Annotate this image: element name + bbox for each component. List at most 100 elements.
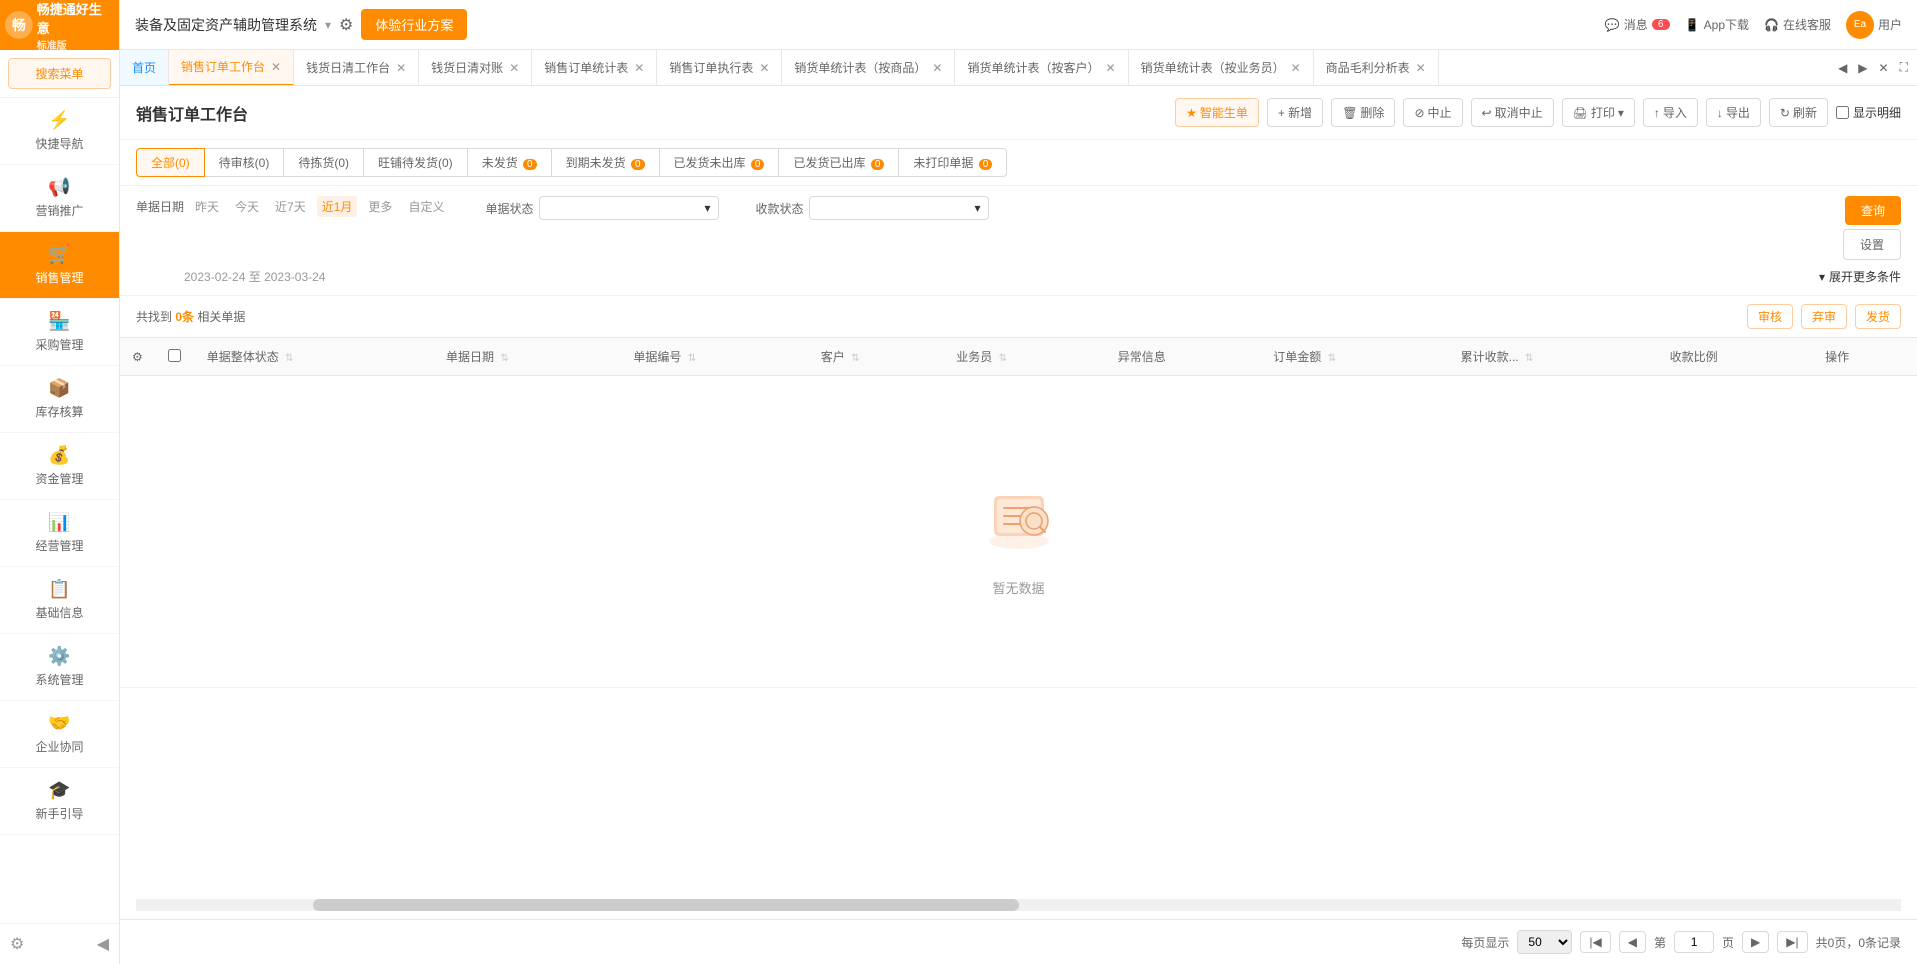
tab-sales-stat-staff[interactable]: 销货单统计表（按业务员） ✕ [1129,50,1314,86]
sort-collected-icon[interactable]: ⇅ [1525,353,1533,364]
page-first-btn[interactable]: |◀ [1580,931,1610,953]
tab-sales-stat[interactable]: 销售订单统计表 ✕ [532,50,657,86]
collapse-icon[interactable]: ◀ [97,934,109,954]
filter-tab-shipped-not-out[interactable]: 已发货未出库 0 [659,148,780,177]
sidebar-item-collab[interactable]: 🤝 企业协同 [0,701,119,768]
shortcut-today[interactable]: 今天 [230,196,264,217]
sidebar-item-operation[interactable]: 📊 经营管理 [0,500,119,567]
cancel-stop-button[interactable]: ↩ 取消中止 [1471,98,1554,127]
tab-close-product-margin[interactable]: ✕ [1416,61,1426,75]
sort-staff-icon[interactable]: ⇅ [999,353,1007,364]
filter-tab-overdue-ship[interactable]: 到期未发货 0 [551,148,660,177]
sort-date-icon[interactable]: ⇅ [500,353,508,364]
sort-amount-icon[interactable]: ⇅ [1328,353,1336,364]
ship-btn[interactable]: 发货 [1855,304,1901,329]
select-all-checkbox[interactable] [168,349,181,362]
filter-tab-pending-review[interactable]: 待审核(0) [204,148,285,177]
sidebar-item-sales[interactable]: 🛒 销售管理 [0,232,119,299]
delete-button[interactable]: 🗑 删除 [1331,98,1395,127]
sidebar-item-purchase[interactable]: 🏪 采购管理 [0,299,119,366]
header-settings-icon[interactable]: ⚙ [339,15,353,35]
sort-status-icon[interactable]: ⇅ [285,353,293,364]
shortcut-yesterday[interactable]: 昨天 [190,196,224,217]
sidebar-item-system[interactable]: ⚙️ 系统管理 [0,634,119,701]
status-select[interactable]: ▾ [539,196,719,220]
stop-icon: ⊘ [1414,106,1424,120]
tab-sales-exec[interactable]: 销售订单执行表 ✕ [657,50,782,86]
system-dropdown-icon[interactable]: ▾ [325,18,331,32]
filter-tab-not-shipped[interactable]: 未发货 0 [467,148,552,177]
svg-text:畅: 畅 [12,17,26,33]
set-button[interactable]: 设置 [1843,229,1901,260]
show-detail-label[interactable]: 显示明细 [1836,104,1901,121]
page-next-btn[interactable]: ▶ [1742,931,1769,953]
filter-tab-pending-check[interactable]: 待拣货(0) [283,148,364,177]
tab-cash-reconcile[interactable]: 钱货日清对账 ✕ [419,50,532,86]
shortcut-1month[interactable]: 近1月 [317,196,358,217]
sidebar-item-guide[interactable]: 🎓 新手引导 [0,768,119,835]
col-settings[interactable]: ⚙ [120,338,155,376]
tab-close-sales-stat-customer[interactable]: ✕ [1106,61,1116,75]
sidebar-item-quick-nav[interactable]: ⚡ 快捷导航 [0,98,119,165]
online-service-item[interactable]: 🎧 在线客服 [1764,16,1831,33]
settings-col-icon: ⚙ [132,350,143,364]
expand-conditions[interactable]: ▾ 展开更多条件 [1819,268,1901,285]
filter-tab-all[interactable]: 全部(0) [136,148,205,177]
industry-btn[interactable]: 体验行业方案 [361,9,467,40]
stop-button[interactable]: ⊘ 中止 [1403,98,1462,127]
scroll-thumb[interactable] [313,899,1019,911]
shortcut-7days[interactable]: 近7天 [270,196,311,217]
show-detail-checkbox[interactable] [1836,106,1849,119]
settings-icon[interactable]: ⚙ [10,934,24,954]
col-checkbox[interactable] [155,338,195,376]
tab-nav-next[interactable]: ▶ [1854,59,1871,77]
page-input[interactable] [1674,931,1714,953]
tab-fullscreen[interactable]: ⛶ [1896,58,1912,77]
tab-close-sales-exec[interactable]: ✕ [759,61,769,75]
tab-sales-workbench[interactable]: 销售订单工作台 ✕ [169,50,294,86]
shortcut-custom[interactable]: 自定义 [403,196,449,217]
smart-generate-button[interactable]: ★ 智能生单 [1175,98,1259,127]
sort-customer-icon[interactable]: ⇅ [851,353,859,364]
app-download-item[interactable]: 📱 App下载 [1685,16,1749,33]
page-last-btn[interactable]: ▶| [1777,931,1807,953]
sort-number-icon[interactable]: ⇅ [688,353,696,364]
tab-home[interactable]: 首页 [120,50,169,86]
tab-close-sales-stat-product[interactable]: ✕ [932,61,942,75]
th-date: 单据日期 ⇅ [434,338,621,376]
shortcut-more[interactable]: 更多 [363,196,397,217]
approve-btn[interactable]: 审核 [1747,304,1793,329]
print-button[interactable]: 🖨 打印 ▾ [1562,98,1635,127]
unapprove-btn[interactable]: 弃审 [1801,304,1847,329]
tab-close-all[interactable]: ✕ [1875,59,1893,77]
import-button[interactable]: ↑ 导入 [1643,98,1698,127]
tab-close-sales-stat-staff[interactable]: ✕ [1291,61,1301,75]
tab-close-cash-daily[interactable]: ✕ [396,61,406,75]
sidebar-item-marketing[interactable]: 📢 营销推广 [0,165,119,232]
tab-close-cash-reconcile[interactable]: ✕ [509,61,519,75]
page-size-select[interactable]: 10 20 50 100 [1517,930,1572,954]
refresh-button[interactable]: ↻ 刷新 [1769,98,1828,127]
query-button[interactable]: 查询 [1845,196,1901,225]
payment-select[interactable]: ▾ [809,196,989,220]
horizontal-scrollbar[interactable] [136,899,1901,911]
search-menu-button[interactable]: 搜索菜单 [8,58,111,89]
tab-close-sales-stat[interactable]: ✕ [634,61,644,75]
sidebar-item-basic[interactable]: 📋 基础信息 [0,567,119,634]
add-button[interactable]: + 新增 [1267,98,1323,127]
tab-sales-stat-customer[interactable]: 销货单统计表（按客户） ✕ [955,50,1128,86]
filter-tab-shipped-out[interactable]: 已发货已出库 0 [778,148,899,177]
page-prev-btn[interactable]: ◀ [1619,931,1646,953]
filter-tab-wangpu-ship[interactable]: 旺铺待发货(0) [363,148,468,177]
sidebar-item-inventory[interactable]: 📦 库存核算 [0,366,119,433]
tab-cash-daily[interactable]: 钱货日清工作台 ✕ [294,50,419,86]
export-button[interactable]: ↓ 导出 [1706,98,1761,127]
tab-close-sales-workbench[interactable]: ✕ [271,60,281,74]
filter-tab-not-printed[interactable]: 未打印单据 0 [898,148,1007,177]
messages-item[interactable]: 💬 消息 6 [1605,16,1670,33]
tab-product-margin[interactable]: 商品毛利分析表 ✕ [1314,50,1439,86]
tab-nav-prev[interactable]: ◀ [1834,59,1851,77]
user-item[interactable]: Ea 用户 [1846,11,1902,39]
sidebar-item-finance[interactable]: 💰 资金管理 [0,433,119,500]
tab-sales-stat-product[interactable]: 销货单统计表（按商品） ✕ [782,50,955,86]
